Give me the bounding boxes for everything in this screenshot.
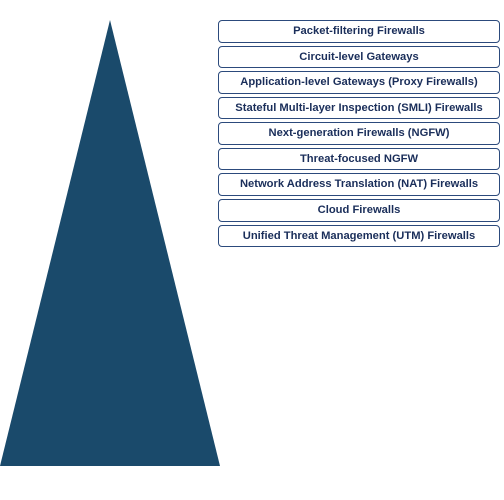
pyramid-triangle [0,18,220,468]
label-item-application-level: Application-level Gateways (Proxy Firewa… [218,71,500,94]
label-item-utm: Unified Threat Management (UTM) Firewall… [218,225,500,248]
labels-container: Packet-filtering Firewalls Circuit-level … [218,18,500,468]
label-item-nat: Network Address Translation (NAT) Firewa… [218,173,500,196]
label-item-threat-focused: Threat-focused NGFW [218,148,500,171]
label-item-stateful: Stateful Multi-layer Inspection (SMLI) F… [218,97,500,120]
label-item-packet-filtering: Packet-filtering Firewalls [218,20,500,43]
label-item-ngfw: Next-generation Firewalls (NGFW) [218,122,500,145]
label-item-cloud: Cloud Firewalls [218,199,500,222]
diagram-container: Packet-filtering Firewalls Circuit-level … [0,18,504,468]
label-item-circuit-level: Circuit-level Gateways [218,46,500,69]
